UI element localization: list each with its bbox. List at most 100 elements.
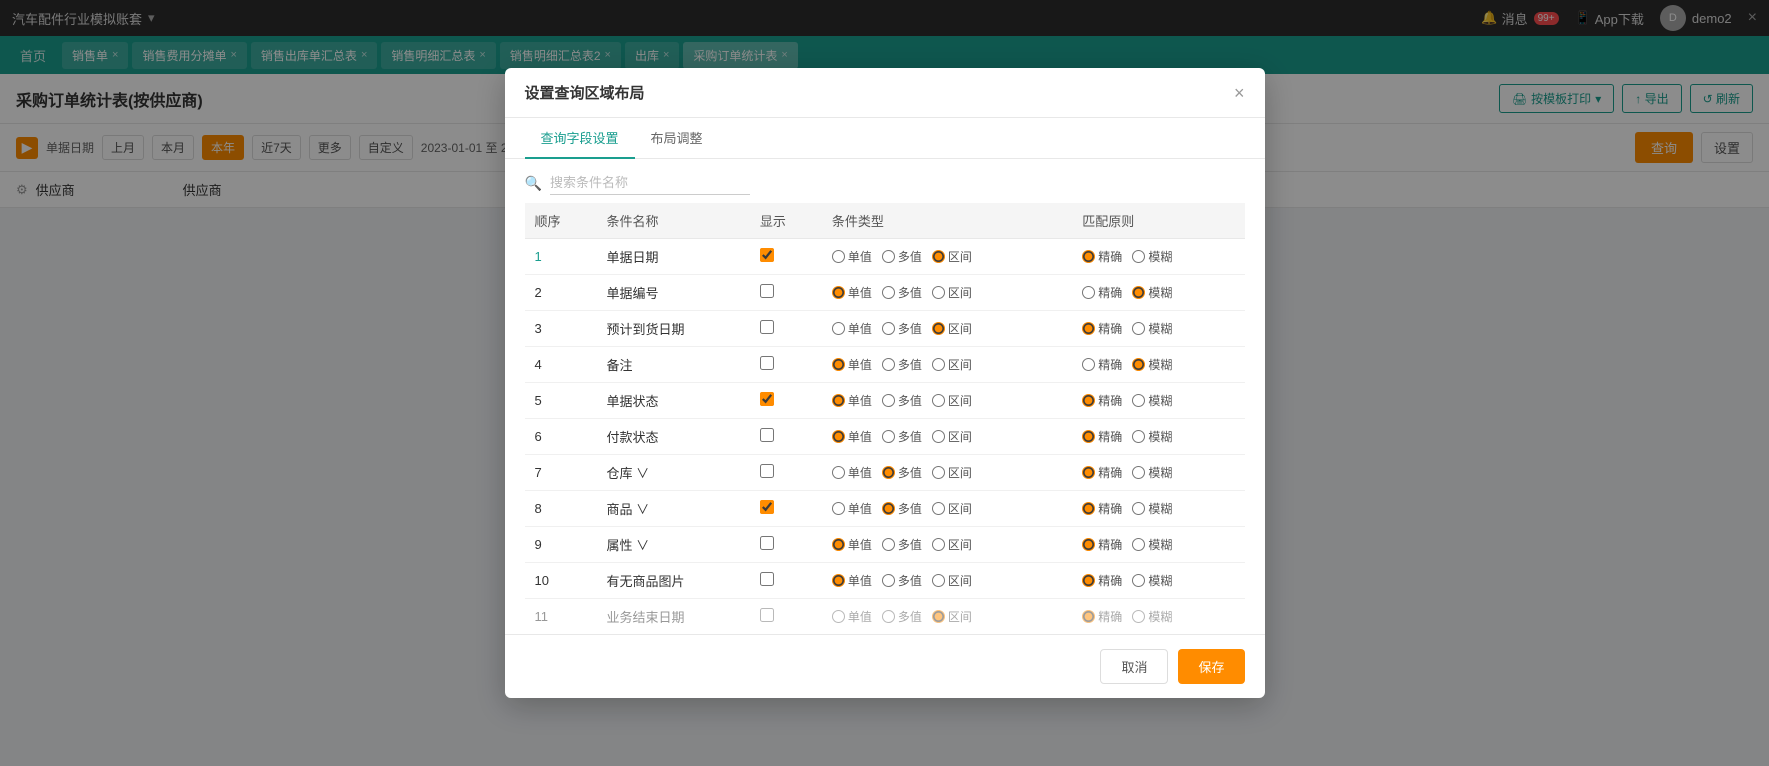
type-radio-type_single[interactable]: 单值 <box>832 248 872 265</box>
match-radio-match_exact[interactable]: 精确 <box>1082 320 1122 337</box>
type-radio-type_range[interactable]: 区间 <box>932 248 972 265</box>
display-checkbox[interactable] <box>760 392 774 406</box>
type-radio-type_multi[interactable]: 多值 <box>882 608 922 625</box>
match-radio-match_exact[interactable]: 精确 <box>1082 464 1122 481</box>
row-display[interactable] <box>750 491 822 527</box>
row-display[interactable] <box>750 239 822 275</box>
type-radio-type_single[interactable]: 单值 <box>832 320 872 337</box>
row-name: 单据编号 <box>597 275 750 311</box>
match-radio-match_fuzzy[interactable]: 模糊 <box>1132 392 1172 409</box>
save-button[interactable]: 保存 <box>1178 649 1244 684</box>
type-radio-type_multi[interactable]: 多值 <box>882 248 922 265</box>
row-order: 11 <box>525 599 597 635</box>
display-checkbox[interactable] <box>760 608 774 622</box>
col-type: 条件类型 <box>822 203 1072 239</box>
type-radio-type_single[interactable]: 单值 <box>832 572 872 589</box>
row-display[interactable] <box>750 347 822 383</box>
table-row: 6付款状态单值多值区间精确模糊 <box>525 419 1245 455</box>
display-checkbox[interactable] <box>760 248 774 262</box>
modal-close-button[interactable]: × <box>1234 84 1245 102</box>
row-display[interactable] <box>750 527 822 563</box>
type-radio-type_multi[interactable]: 多值 <box>882 572 922 589</box>
match-radio-match_exact[interactable]: 精确 <box>1082 284 1122 301</box>
type-radio-type_single[interactable]: 单值 <box>832 464 872 481</box>
type-radio-type_range[interactable]: 区间 <box>932 356 972 373</box>
display-checkbox[interactable] <box>760 284 774 298</box>
match-radio-match_fuzzy[interactable]: 模糊 <box>1132 500 1172 517</box>
match-radio-match_fuzzy[interactable]: 模糊 <box>1132 428 1172 445</box>
type-radio-type_single[interactable]: 单值 <box>832 536 872 553</box>
type-radio-type_range[interactable]: 区间 <box>932 284 972 301</box>
tab-layout-adjust[interactable]: 布局调整 <box>635 118 719 159</box>
type-radio-type_range[interactable]: 区间 <box>932 464 972 481</box>
display-checkbox[interactable] <box>760 536 774 550</box>
cancel-button[interactable]: 取消 <box>1100 649 1168 684</box>
match-radio-match_exact[interactable]: 精确 <box>1082 500 1122 517</box>
match-radio-match_fuzzy[interactable]: 模糊 <box>1132 320 1172 337</box>
display-checkbox[interactable] <box>760 464 774 478</box>
row-name: 仓库 ∨ <box>597 455 750 491</box>
match-radio-match_fuzzy[interactable]: 模糊 <box>1132 248 1172 265</box>
type-radio-type_multi[interactable]: 多值 <box>882 284 922 301</box>
type-radio-type_multi[interactable]: 多值 <box>882 320 922 337</box>
display-checkbox[interactable] <box>760 572 774 586</box>
type-radio-type_multi[interactable]: 多值 <box>882 536 922 553</box>
type-radio-type_multi[interactable]: 多值 <box>882 500 922 517</box>
type-radio-type_multi[interactable]: 多值 <box>882 392 922 409</box>
match-radio-match_exact[interactable]: 精确 <box>1082 248 1122 265</box>
type-radio-type_single[interactable]: 单值 <box>832 284 872 301</box>
row-display[interactable] <box>750 455 822 491</box>
type-radio-type_single[interactable]: 单值 <box>832 356 872 373</box>
match-radio-match_fuzzy[interactable]: 模糊 <box>1132 464 1172 481</box>
type-radio-type_range[interactable]: 区间 <box>932 428 972 445</box>
modal-table: 顺序 条件名称 显示 条件类型 匹配原则 1单据日期单值多值区间精确模糊2单据编… <box>525 203 1245 634</box>
row-match: 精确模糊 <box>1072 239 1244 275</box>
type-radio-type_single[interactable]: 单值 <box>832 500 872 517</box>
type-radio-type_multi[interactable]: 多值 <box>882 464 922 481</box>
modal-table-wrap: 顺序 条件名称 显示 条件类型 匹配原则 1单据日期单值多值区间精确模糊2单据编… <box>505 203 1265 634</box>
type-radio-type_single[interactable]: 单值 <box>832 608 872 625</box>
row-match: 精确模糊 <box>1072 599 1244 635</box>
match-radio-match_fuzzy[interactable]: 模糊 <box>1132 356 1172 373</box>
display-checkbox[interactable] <box>760 500 774 514</box>
row-display[interactable] <box>750 275 822 311</box>
match-radio-match_exact[interactable]: 精确 <box>1082 536 1122 553</box>
search-input[interactable] <box>550 171 750 195</box>
type-radio-type_multi[interactable]: 多值 <box>882 428 922 445</box>
match-radio-match_fuzzy[interactable]: 模糊 <box>1132 608 1172 625</box>
display-checkbox[interactable] <box>760 320 774 334</box>
match-radio-match_exact[interactable]: 精确 <box>1082 608 1122 625</box>
match-radio-match_fuzzy[interactable]: 模糊 <box>1132 572 1172 589</box>
type-radio-type_range[interactable]: 区间 <box>932 500 972 517</box>
row-display[interactable] <box>750 383 822 419</box>
table-row: 11业务结束日期单值多值区间精确模糊 <box>525 599 1245 635</box>
row-display[interactable] <box>750 311 822 347</box>
type-radio-type_range[interactable]: 区间 <box>932 572 972 589</box>
row-match: 精确模糊 <box>1072 491 1244 527</box>
match-radio-match_fuzzy[interactable]: 模糊 <box>1132 284 1172 301</box>
type-radio-type_single[interactable]: 单值 <box>832 392 872 409</box>
match-radio-match_exact[interactable]: 精确 <box>1082 392 1122 409</box>
col-order: 顺序 <box>525 203 597 239</box>
match-radio-match_exact[interactable]: 精确 <box>1082 428 1122 445</box>
type-radio-type_range[interactable]: 区间 <box>932 392 972 409</box>
type-radio-type_range[interactable]: 区间 <box>932 320 972 337</box>
type-radio-type_multi[interactable]: 多值 <box>882 356 922 373</box>
type-radio-type_range[interactable]: 区间 <box>932 536 972 553</box>
match-radio-match_exact[interactable]: 精确 <box>1082 572 1122 589</box>
row-match: 精确模糊 <box>1072 455 1244 491</box>
modal-header: 设置查询区域布局 × <box>505 68 1265 118</box>
display-checkbox[interactable] <box>760 356 774 370</box>
type-radio-type_range[interactable]: 区间 <box>932 608 972 625</box>
table-row: 4备注单值多值区间精确模糊 <box>525 347 1245 383</box>
type-radio-type_single[interactable]: 单值 <box>832 428 872 445</box>
row-display[interactable] <box>750 563 822 599</box>
table-row: 10有无商品图片单值多值区间精确模糊 <box>525 563 1245 599</box>
tab-query-fields[interactable]: 查询字段设置 <box>525 118 635 159</box>
table-row: 8商品 ∨单值多值区间精确模糊 <box>525 491 1245 527</box>
row-display[interactable] <box>750 599 822 635</box>
display-checkbox[interactable] <box>760 428 774 442</box>
match-radio-match_fuzzy[interactable]: 模糊 <box>1132 536 1172 553</box>
row-display[interactable] <box>750 419 822 455</box>
match-radio-match_exact[interactable]: 精确 <box>1082 356 1122 373</box>
